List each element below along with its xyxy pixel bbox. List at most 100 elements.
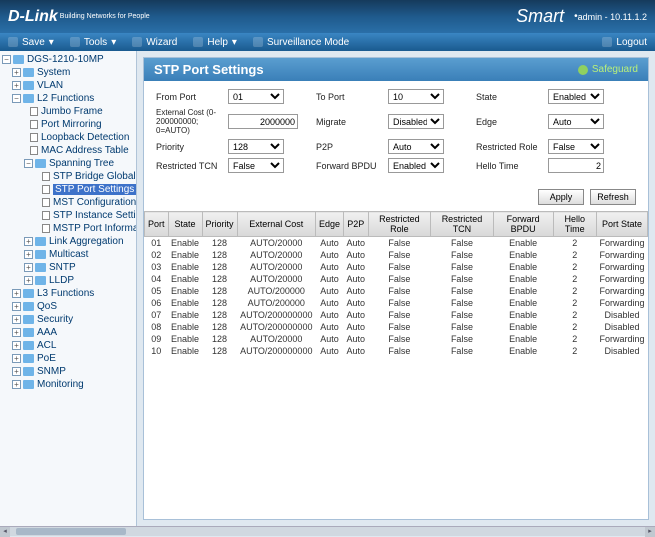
th-rtcn: Restricted TCN	[431, 212, 494, 237]
tree-multicast[interactable]: +Multicast	[0, 248, 136, 261]
rtcn-select[interactable]: False	[228, 158, 284, 173]
h-scrollbar[interactable]: ◂ ▸	[0, 526, 655, 536]
tree-loopback[interactable]: Loopback Detection	[0, 131, 136, 144]
rrole-label: Restricted Role	[476, 142, 548, 152]
cell-state: Enable	[168, 345, 202, 357]
cell-ps: Forwarding	[596, 249, 647, 261]
tree-l3[interactable]: +L3 Functions	[0, 287, 136, 300]
toport-select[interactable]: 10	[388, 89, 444, 104]
tree-snmp[interactable]: +SNMP	[0, 365, 136, 378]
cell-fb: Enable	[493, 297, 553, 309]
cell-ps: Disabled	[596, 309, 647, 321]
tree-sntp[interactable]: +SNTP	[0, 261, 136, 274]
cell-port: 10	[145, 345, 169, 357]
table-row[interactable]: 08Enable128AUTO/200000000AutoAutoFalseFa…	[145, 321, 648, 333]
cell-p2p: Auto	[343, 297, 368, 309]
th-rrole: Restricted Role	[368, 212, 431, 237]
menu-logout[interactable]: Logout	[602, 37, 647, 48]
admin-info: admin - 10.11.1.2	[578, 12, 647, 22]
tree-qos[interactable]: +QoS	[0, 300, 136, 313]
panel-title: STP Port Settings	[154, 62, 264, 77]
table-row[interactable]: 09Enable128AUTO/20000AutoAutoFalseFalseE…	[145, 333, 648, 345]
menu-tools[interactable]: Tools▾	[70, 37, 116, 48]
tree-mstp-info[interactable]: MSTP Port Information	[0, 222, 136, 235]
tree-vlan[interactable]: +VLAN	[0, 79, 136, 92]
cell-edge: Auto	[315, 273, 343, 285]
tree-monitoring[interactable]: +Monitoring	[0, 378, 136, 391]
tree-jumbo[interactable]: Jumbo Frame	[0, 105, 136, 118]
cell-p2p: Auto	[343, 249, 368, 261]
extcost-input[interactable]	[228, 114, 298, 129]
th-p2p: P2P	[343, 212, 368, 237]
cell-rr: False	[368, 249, 431, 261]
cell-pri: 128	[202, 321, 237, 333]
cell-rt: False	[431, 321, 494, 333]
tree-root[interactable]: −DGS-1210-10MP	[0, 53, 136, 66]
menu-surveillance[interactable]: Surveillance Mode	[253, 37, 349, 48]
smart-logo: Smart	[516, 6, 564, 27]
table-row[interactable]: 05Enable128AUTO/200000AutoAutoFalseFalse…	[145, 285, 648, 297]
table-row[interactable]: 10Enable128AUTO/200000000AutoAutoFalseFa…	[145, 345, 648, 357]
state-select[interactable]: Enabled	[548, 89, 604, 104]
apply-button[interactable]: Apply	[538, 189, 584, 205]
table-row[interactable]: 02Enable128AUTO/20000AutoAutoFalseFalseE…	[145, 249, 648, 261]
table-row[interactable]: 03Enable128AUTO/20000AutoAutoFalseFalseE…	[145, 261, 648, 273]
cell-rt: False	[431, 345, 494, 357]
tree-stp-global[interactable]: STP Bridge Global Settings	[0, 170, 136, 183]
table-row[interactable]: 06Enable128AUTO/200000AutoAutoFalseFalse…	[145, 297, 648, 309]
tree-mst[interactable]: MST Configuration Identific	[0, 196, 136, 209]
hello-input[interactable]	[548, 158, 604, 173]
tree-linkagg[interactable]: +Link Aggregation	[0, 235, 136, 248]
edge-select[interactable]: Auto	[548, 114, 604, 129]
tree-acl[interactable]: +ACL	[0, 339, 136, 352]
cell-edge: Auto	[315, 309, 343, 321]
tree-spanning[interactable]: −Spanning Tree	[0, 157, 136, 170]
cell-pri: 128	[202, 273, 237, 285]
cell-rr: False	[368, 285, 431, 297]
save-icon	[8, 37, 18, 47]
fbpdu-select[interactable]: Enabled	[388, 158, 444, 173]
tree-security[interactable]: +Security	[0, 313, 136, 326]
cell-hl: 2	[553, 285, 596, 297]
cell-p2p: Auto	[343, 309, 368, 321]
refresh-button[interactable]: Refresh	[590, 189, 636, 205]
fromport-select[interactable]: 01	[228, 89, 284, 104]
menu-wizard[interactable]: Wizard	[132, 37, 177, 48]
menu-help[interactable]: Help▾	[193, 37, 237, 48]
tree-portmirror[interactable]: Port Mirroring	[0, 118, 136, 131]
table-row[interactable]: 01Enable128AUTO/20000AutoAutoFalseFalseE…	[145, 237, 648, 250]
cell-state: Enable	[168, 309, 202, 321]
table-row[interactable]: 04Enable128AUTO/20000AutoAutoFalseFalseE…	[145, 273, 648, 285]
migrate-select[interactable]: Disabled	[388, 114, 444, 129]
cell-ps: Disabled	[596, 345, 647, 357]
tree-aaa[interactable]: +AAA	[0, 326, 136, 339]
tree-lldp[interactable]: +LLDP	[0, 274, 136, 287]
tree-mac[interactable]: MAC Address Table	[0, 144, 136, 157]
table-row[interactable]: 07Enable128AUTO/200000000AutoAutoFalseFa…	[145, 309, 648, 321]
brand-tagline: Building Networks for People	[60, 13, 150, 20]
cell-rr: False	[368, 309, 431, 321]
cell-ps: Forwarding	[596, 273, 647, 285]
tree-stp-port[interactable]: STP Port Settings	[0, 183, 136, 196]
menu-save[interactable]: Save▾	[8, 37, 54, 48]
cell-edge: Auto	[315, 345, 343, 357]
cell-pri: 128	[202, 285, 237, 297]
cell-port: 04	[145, 273, 169, 285]
rrole-select[interactable]: False	[548, 139, 604, 154]
cell-rt: False	[431, 285, 494, 297]
rtcn-label: Restricted TCN	[156, 161, 228, 171]
cell-rr: False	[368, 261, 431, 273]
tree-stp-instance[interactable]: STP Instance Settings	[0, 209, 136, 222]
tree-system[interactable]: +System	[0, 66, 136, 79]
tree-l2[interactable]: −L2 Functions	[0, 92, 136, 105]
scroll-thumb[interactable]	[16, 528, 126, 535]
th-port: Port	[145, 212, 169, 237]
tree-poe[interactable]: +PoE	[0, 352, 136, 365]
th-state: State	[168, 212, 202, 237]
p2p-select[interactable]: Auto	[388, 139, 444, 154]
nav-tree[interactable]: −DGS-1210-10MP +System +VLAN −L2 Functio…	[0, 51, 137, 526]
cell-state: Enable	[168, 333, 202, 345]
priority-select[interactable]: 128	[228, 139, 284, 154]
cell-state: Enable	[168, 321, 202, 333]
cell-state: Enable	[168, 237, 202, 250]
